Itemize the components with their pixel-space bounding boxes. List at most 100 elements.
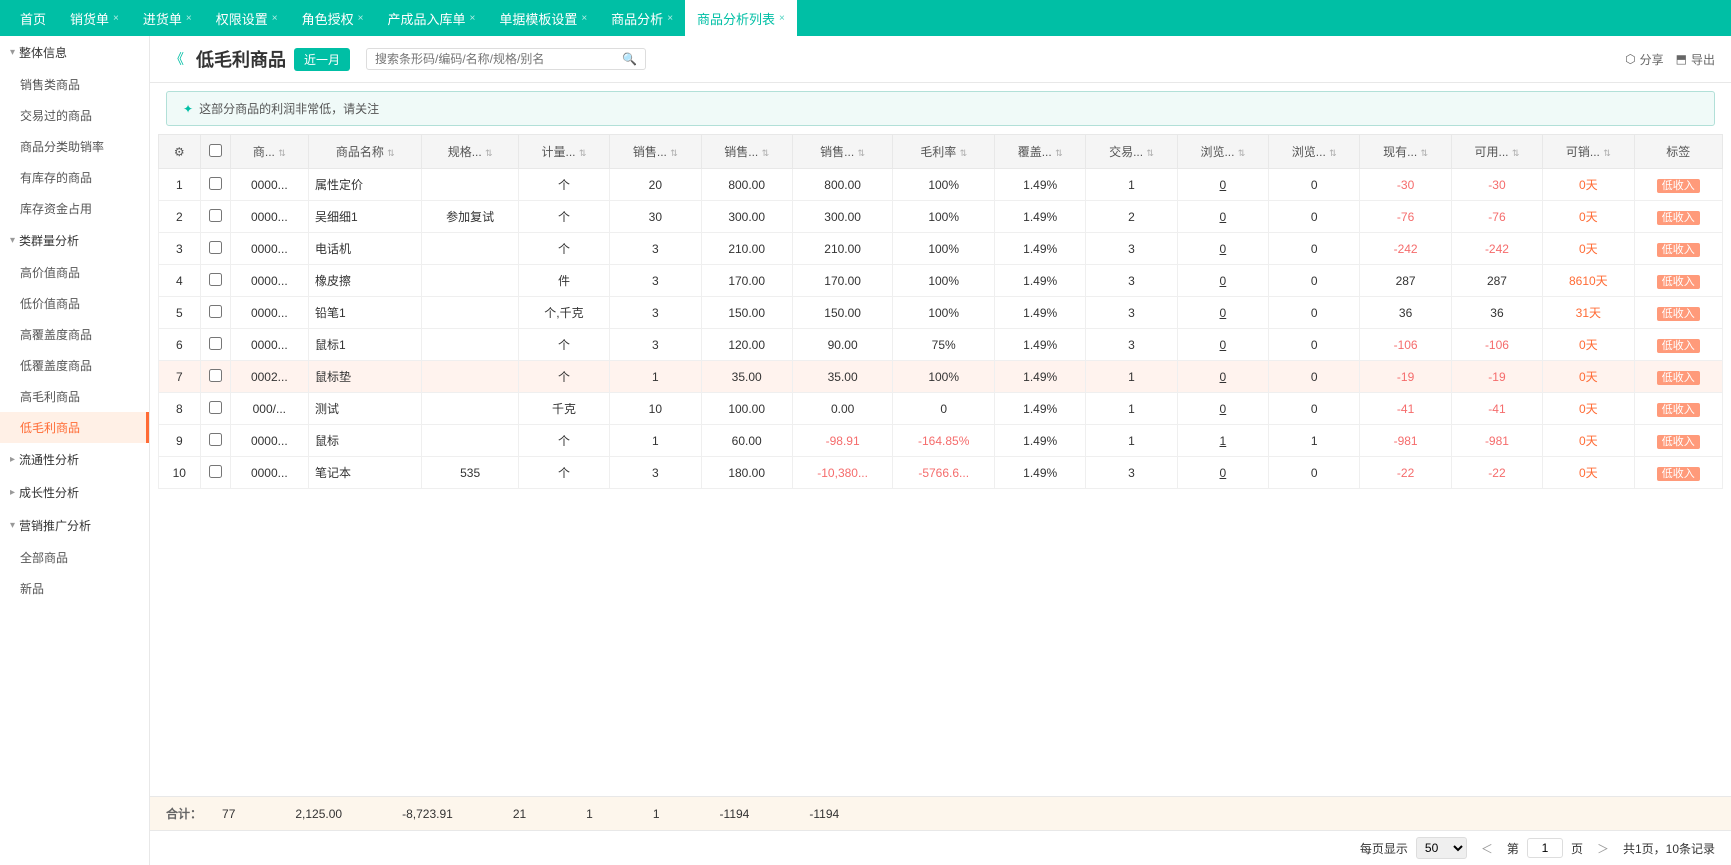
sidebar-item-traded-products[interactable]: 交易过的商品: [0, 100, 149, 131]
close-icon[interactable]: ×: [667, 13, 673, 24]
row-select-checkbox[interactable]: [209, 305, 222, 318]
sidebar-item-stocked-products[interactable]: 有库存的商品: [0, 162, 149, 193]
row-checkbox[interactable]: [200, 329, 230, 361]
row-select-checkbox[interactable]: [209, 209, 222, 222]
close-icon[interactable]: ×: [581, 13, 587, 24]
th-settings[interactable]: ⚙: [159, 135, 201, 169]
sidebar-group-cluster[interactable]: ▾ 类群量分析: [0, 224, 149, 257]
views1-link[interactable]: 0: [1220, 370, 1227, 384]
page-number-input[interactable]: [1527, 838, 1563, 858]
row-checkbox[interactable]: [200, 425, 230, 457]
close-icon[interactable]: ×: [186, 13, 192, 24]
sidebar-item-stock-funds[interactable]: 库存资金占用: [0, 193, 149, 224]
row-views1[interactable]: 0: [1177, 297, 1268, 329]
close-icon[interactable]: ×: [358, 13, 364, 24]
sort-icon[interactable]: ⇅: [670, 148, 678, 158]
row-views1[interactable]: 0: [1177, 265, 1268, 297]
share-button[interactable]: ⬡ 分享: [1625, 51, 1664, 68]
sidebar-item-high-value[interactable]: 高价值商品: [0, 257, 149, 288]
row-checkbox[interactable]: [200, 233, 230, 265]
sidebar-group-overall[interactable]: ▾ 整体信息: [0, 36, 149, 69]
views1-link[interactable]: 0: [1220, 178, 1227, 192]
nav-item-role-auth[interactable]: 角色授权 ×: [290, 0, 376, 36]
sort-icon[interactable]: ⇅: [960, 148, 968, 158]
row-select-checkbox[interactable]: [209, 177, 222, 190]
period-button[interactable]: 近一月: [294, 48, 350, 71]
sort-icon[interactable]: ⇅: [278, 148, 286, 158]
nav-item-product-inbound[interactable]: 产成品入库单 ×: [375, 0, 487, 36]
sidebar-item-low-margin[interactable]: 低毛利商品: [0, 412, 149, 443]
row-checkbox[interactable]: [200, 265, 230, 297]
sort-icon[interactable]: ⇅: [1603, 148, 1611, 158]
close-icon[interactable]: ×: [469, 13, 475, 24]
row-checkbox[interactable]: [200, 361, 230, 393]
sidebar-item-sales-products[interactable]: 销售类商品: [0, 69, 149, 100]
row-views1[interactable]: 1: [1177, 425, 1268, 457]
sort-icon[interactable]: ⇅: [387, 148, 395, 158]
close-icon[interactable]: ×: [113, 13, 119, 24]
export-button[interactable]: ⬒ 导出: [1676, 51, 1715, 68]
sidebar-item-high-coverage[interactable]: 高覆盖度商品: [0, 319, 149, 350]
sort-icon[interactable]: ⇅: [1055, 148, 1063, 158]
search-box[interactable]: 🔍: [366, 48, 646, 70]
row-select-checkbox[interactable]: [209, 465, 222, 478]
row-select-checkbox[interactable]: [209, 337, 222, 350]
row-views1[interactable]: 0: [1177, 393, 1268, 425]
sidebar-item-all-products[interactable]: 全部商品: [0, 542, 149, 573]
sort-icon[interactable]: ⇅: [579, 148, 587, 158]
views1-link[interactable]: 1: [1220, 434, 1227, 448]
nav-item-purchase[interactable]: 进货单 ×: [131, 0, 204, 36]
sort-icon[interactable]: ⇅: [485, 148, 493, 158]
row-views1[interactable]: 0: [1177, 233, 1268, 265]
sort-icon[interactable]: ⇅: [1512, 148, 1520, 158]
views1-link[interactable]: 0: [1220, 338, 1227, 352]
page-size-select[interactable]: 50 100: [1416, 837, 1467, 859]
row-select-checkbox[interactable]: [209, 401, 222, 414]
sidebar-group-marketing[interactable]: ▾ 营销推广分析: [0, 509, 149, 542]
row-views1[interactable]: 0: [1177, 329, 1268, 361]
row-views1[interactable]: 0: [1177, 361, 1268, 393]
prev-page-button[interactable]: ＜: [1475, 838, 1499, 859]
sidebar-item-category-rate[interactable]: 商品分类助销率: [0, 131, 149, 162]
nav-item-product-analysis[interactable]: 商品分析 ×: [599, 0, 685, 36]
sidebar-collapse-button[interactable]: 《: [166, 49, 188, 69]
row-select-checkbox[interactable]: [209, 241, 222, 254]
sort-icon[interactable]: ⇅: [762, 148, 770, 158]
sort-icon[interactable]: ⇅: [858, 148, 866, 158]
row-select-checkbox[interactable]: [209, 273, 222, 286]
sort-icon[interactable]: ⇅: [1238, 148, 1246, 158]
row-checkbox[interactable]: [200, 201, 230, 233]
nav-item-template-settings[interactable]: 单据模板设置 ×: [487, 0, 599, 36]
views1-link[interactable]: 0: [1220, 402, 1227, 416]
views1-link[interactable]: 0: [1220, 274, 1227, 288]
close-icon[interactable]: ×: [779, 13, 785, 24]
next-page-button[interactable]: ＞: [1591, 838, 1615, 859]
views1-link[interactable]: 0: [1220, 242, 1227, 256]
nav-item-home[interactable]: 首页: [8, 0, 58, 36]
nav-item-product-analysis-list[interactable]: 商品分析列表 ×: [685, 0, 797, 36]
search-icon[interactable]: 🔍: [622, 52, 637, 66]
nav-item-sales[interactable]: 销货单 ×: [58, 0, 131, 36]
row-checkbox[interactable]: [200, 169, 230, 201]
select-all-checkbox[interactable]: [209, 144, 222, 157]
row-views1[interactable]: 0: [1177, 457, 1268, 489]
views1-link[interactable]: 0: [1220, 210, 1227, 224]
sidebar-item-low-coverage[interactable]: 低覆盖度商品: [0, 350, 149, 381]
row-views1[interactable]: 0: [1177, 201, 1268, 233]
sidebar-item-high-margin[interactable]: 高毛利商品: [0, 381, 149, 412]
sidebar-item-new-products[interactable]: 新品: [0, 573, 149, 604]
nav-item-permissions[interactable]: 权限设置 ×: [204, 0, 290, 36]
row-select-checkbox[interactable]: [209, 369, 222, 382]
sidebar-group-growth[interactable]: ▸ 成长性分析: [0, 476, 149, 509]
views1-link[interactable]: 0: [1220, 306, 1227, 320]
sidebar-group-circulation[interactable]: ▸ 流通性分析: [0, 443, 149, 476]
row-checkbox[interactable]: [200, 457, 230, 489]
views1-link[interactable]: 0: [1220, 466, 1227, 480]
row-select-checkbox[interactable]: [209, 433, 222, 446]
sort-icon[interactable]: ⇅: [1146, 148, 1154, 158]
search-input[interactable]: [375, 52, 622, 66]
sort-icon[interactable]: ⇅: [1421, 148, 1429, 158]
row-views1[interactable]: 0: [1177, 169, 1268, 201]
close-icon[interactable]: ×: [272, 13, 278, 24]
row-checkbox[interactable]: [200, 297, 230, 329]
